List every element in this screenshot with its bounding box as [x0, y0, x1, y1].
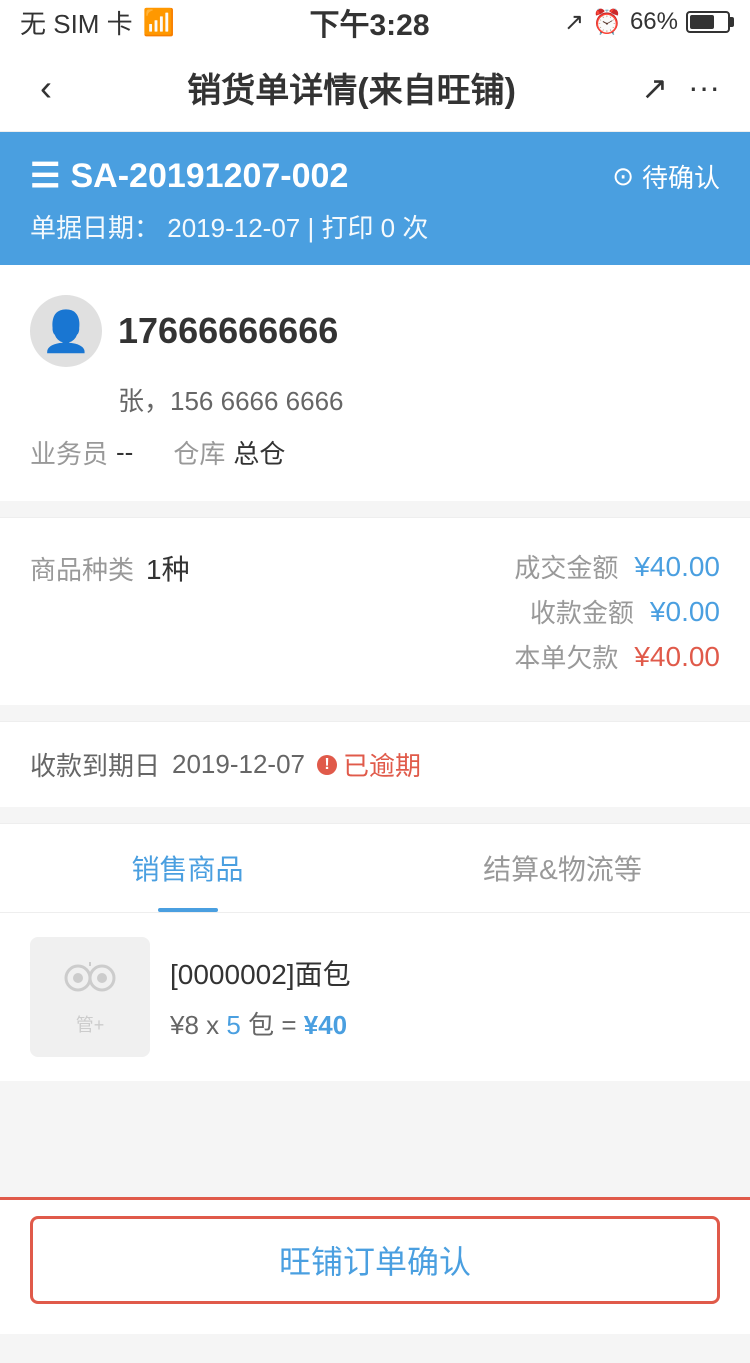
battery-icon: [686, 11, 730, 33]
order-id-icon: ☰: [30, 156, 60, 196]
date-label: 单据日期：: [30, 213, 160, 243]
product-unit: 包: [248, 1010, 274, 1040]
alarm-icon: ⏰: [592, 8, 622, 37]
brand-plus: 管+: [76, 1011, 105, 1037]
product-thumbnail: 管+: [30, 937, 150, 1057]
due-date-card: 收款到期日 2019-12-07 ! 已逾期: [0, 722, 750, 807]
tab-sales-label: 销售商品: [131, 848, 243, 888]
order-id: ☰ SA-20191207-002: [30, 156, 348, 196]
page-title: 销货单详情(来自旺铺): [187, 63, 516, 112]
warehouse-item: 仓库 总仓: [173, 434, 285, 471]
product-item[interactable]: 管+ [0000002]面包 ¥8 x 5 包 = ¥40: [0, 913, 750, 1081]
transaction-value: ¥40.00: [634, 551, 720, 583]
status-left: 无 SIM 卡 📶: [20, 4, 175, 41]
product-thumb-inner: 管+: [60, 958, 120, 1037]
unit-price: ¥8: [170, 1010, 199, 1040]
tabs: 销售商品 结算&物流等: [0, 824, 750, 913]
customer-header: 👤 17666666666: [30, 295, 720, 367]
warehouse-label: 仓库: [173, 434, 225, 471]
order-header-top: ☰ SA-20191207-002 ⊙ 待确认: [30, 156, 720, 196]
customer-card: 👤 17666666666 张，156 6666 6666 业务员 -- 仓库 …: [0, 265, 750, 501]
salesperson-value: --: [116, 437, 133, 468]
battery-fill: [690, 15, 714, 29]
customer-meta: 业务员 -- 仓库 总仓: [30, 434, 720, 471]
status-bar: 无 SIM 卡 📶 下午3:28 ↗ ⏰ 66%: [0, 0, 750, 44]
status-text: 待确认: [642, 158, 720, 195]
back-button[interactable]: ‹: [30, 57, 62, 119]
order-date-row: 单据日期： 2019-12-07 | 打印 0 次: [30, 208, 720, 245]
order-status: ⊙ 待确认: [612, 158, 720, 195]
summary-left: 商品种类 1种: [30, 548, 190, 588]
owed-value: ¥40.00: [634, 641, 720, 673]
status-right: ↗ ⏰ 66%: [564, 8, 730, 37]
battery-percent: 66%: [630, 8, 678, 36]
avatar: 👤: [30, 295, 102, 367]
customer-phone: 17666666666: [118, 310, 338, 352]
overdue-text: 已逾期: [343, 746, 421, 783]
product-info: [0000002]面包 ¥8 x 5 包 = ¥40: [170, 953, 720, 1042]
status-time: 下午3:28: [309, 0, 429, 44]
owed-row: 本单欠款 ¥40.00: [514, 638, 720, 675]
transaction-label: 成交金额: [514, 548, 618, 585]
tab-settlement-label: 结算&物流等: [483, 848, 642, 888]
tab-settlement[interactable]: 结算&物流等: [375, 824, 750, 912]
order-id-text: SA-20191207-002: [70, 157, 348, 196]
summary-right: 成交金额 ¥40.00 收款金额 ¥0.00 本单欠款 ¥40.00: [514, 548, 720, 675]
overdue-dot-icon: !: [317, 755, 337, 775]
avatar-icon: 👤: [41, 308, 91, 355]
more-button[interactable]: ···: [688, 69, 720, 106]
owed-label: 本单欠款: [514, 638, 618, 675]
product-price: ¥8 x 5 包 = ¥40: [170, 1005, 720, 1042]
order-date-value: 2019-12-07: [167, 213, 300, 243]
warehouse-value: 总仓: [233, 434, 285, 471]
product-name: [0000002]面包: [170, 953, 720, 993]
due-date-label: 收款到期日: [30, 746, 160, 783]
price-multiply: x: [206, 1010, 226, 1040]
price-equals: =: [281, 1010, 303, 1040]
summary-card: 商品种类 1种 成交金额 ¥40.00 收款金额 ¥0.00 本单欠款 ¥40.…: [0, 518, 750, 705]
summary-row: 商品种类 1种 成交金额 ¥40.00 收款金额 ¥0.00 本单欠款 ¥40.…: [30, 548, 720, 675]
received-label: 收款金额: [530, 593, 634, 630]
order-header: ☰ SA-20191207-002 ⊙ 待确认 单据日期： 2019-12-07…: [0, 132, 750, 265]
received-row: 收款金额 ¥0.00: [530, 593, 720, 630]
carrier-text: 无 SIM 卡: [20, 4, 133, 41]
type-value: 1种: [146, 548, 190, 588]
tab-active-underline: [158, 908, 218, 912]
salesperson-label: 业务员: [30, 434, 108, 471]
nav-bar: ‹ 销货单详情(来自旺铺) ↗ ···: [0, 44, 750, 132]
share-button[interactable]: ↗: [641, 69, 668, 107]
product-qty: 5: [226, 1010, 240, 1040]
print-info: | 打印 0 次: [307, 213, 428, 243]
confirm-button[interactable]: 旺铺订单确认: [30, 1216, 720, 1304]
wifi-icon: 📶: [143, 7, 175, 38]
due-date-value: 2019-12-07: [172, 749, 305, 780]
nav-actions: ↗ ···: [641, 69, 720, 107]
tab-sales[interactable]: 销售商品: [0, 824, 375, 912]
received-value: ¥0.00: [650, 596, 720, 628]
customer-name: 张，156 6666 6666: [30, 381, 720, 418]
product-total: ¥40: [304, 1010, 347, 1040]
bottom-bar: 旺铺订单确认: [0, 1197, 750, 1334]
salesperson-item: 业务员 --: [30, 434, 133, 471]
transaction-row: 成交金额 ¥40.00: [514, 548, 720, 585]
owl-icon: [60, 958, 120, 1007]
type-label: 商品种类: [30, 550, 134, 587]
location-icon: ↗: [564, 8, 584, 37]
status-clock-icon: ⊙: [612, 161, 634, 192]
overdue-badge: ! 已逾期: [317, 746, 421, 783]
